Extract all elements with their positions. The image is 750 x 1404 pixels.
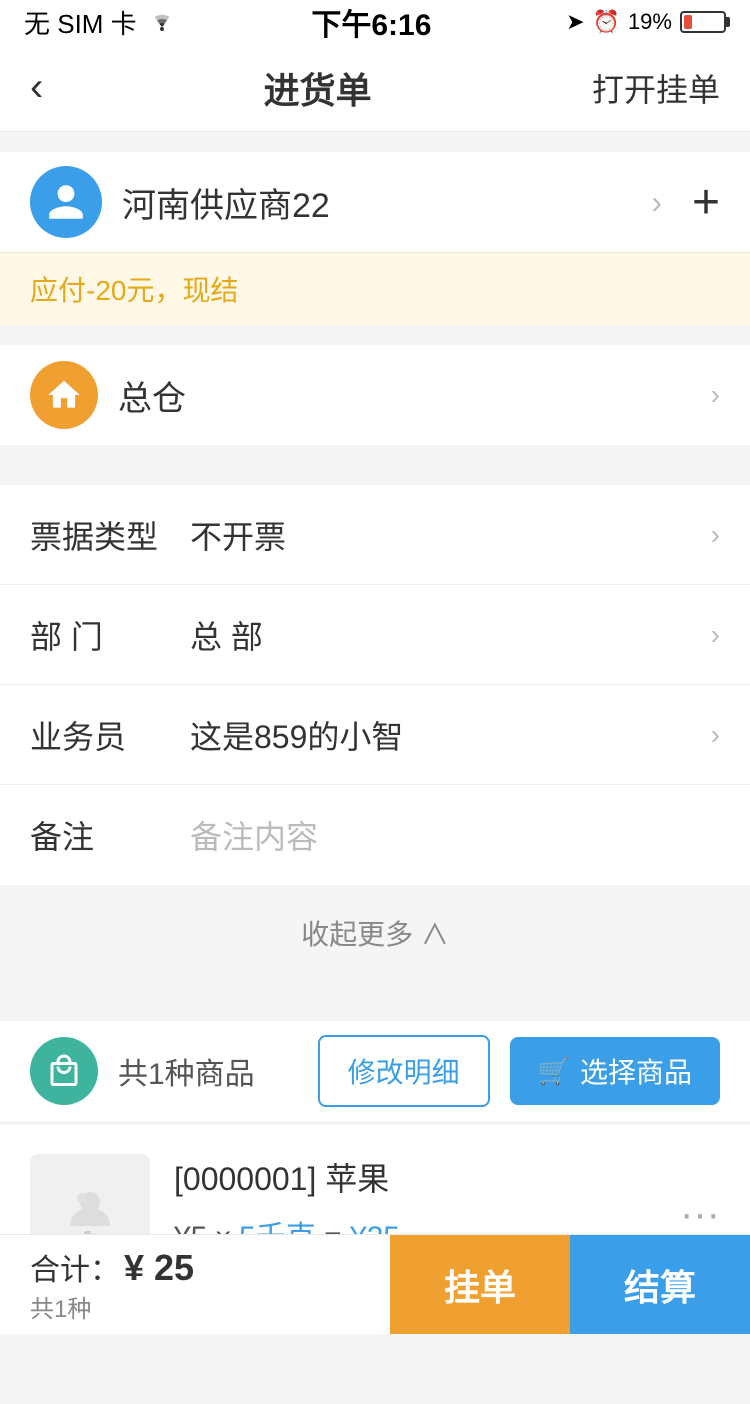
supplier-chevron-icon: › xyxy=(651,184,662,221)
department-chevron-icon: › xyxy=(711,619,720,651)
total-amount: ¥ 25 xyxy=(124,1247,194,1289)
gap-4 xyxy=(0,981,750,1001)
status-time: 下午6:16 xyxy=(311,0,431,44)
supplier-row[interactable]: 河南供应商22 › + xyxy=(0,152,750,252)
warehouse-card: 总仓 › xyxy=(0,345,750,445)
status-right: ➤ ⏰ 19% xyxy=(566,9,726,35)
page-title: 进货单 xyxy=(264,62,372,114)
form-row-invoice[interactable]: 票据类型 不开票 › xyxy=(0,485,750,585)
cart-icon: 🛒 xyxy=(538,1056,570,1087)
department-value: 总 部 xyxy=(170,612,711,658)
battery-icon xyxy=(680,11,726,33)
warehouse-icon-circle xyxy=(30,361,98,429)
salesperson-chevron-icon: › xyxy=(711,719,720,751)
collapse-label: 收起更多 ∧ xyxy=(301,919,449,950)
salesperson-value: 这是859的小智 xyxy=(170,712,711,758)
total-label: 合计： xyxy=(30,1245,120,1289)
settle-button[interactable]: 结算 xyxy=(570,1235,750,1334)
home-icon xyxy=(45,376,83,414)
hang-button[interactable]: 挂单 xyxy=(390,1235,570,1334)
invoice-chevron-icon: › xyxy=(711,519,720,551)
bottom-bar: 合计： ¥ 25 共1种 挂单 结算 xyxy=(0,1234,750,1334)
collapse-row[interactable]: 收起更多 ∧ xyxy=(0,885,750,981)
status-bar: 无 SIM 卡 下午6:16 ➤ ⏰ 19% xyxy=(0,0,750,44)
open-hang-button[interactable]: 打开挂单 xyxy=(592,65,720,111)
product-name: [0000001] 苹果 xyxy=(174,1154,680,1200)
department-label: 部 门 xyxy=(30,612,170,658)
products-header: 共1种商品 修改明细 🛒 选择商品 xyxy=(0,1021,750,1121)
total-count: 共1种 xyxy=(30,1289,360,1324)
form-section: 票据类型 不开票 › 部 门 总 部 › 业务员 这是859的小智 › 备注 备… xyxy=(0,485,750,885)
shopping-bag-icon xyxy=(46,1053,82,1089)
battery-percent: 19% xyxy=(628,9,672,35)
gap-3 xyxy=(0,445,750,465)
select-product-label: 选择商品 xyxy=(580,1051,692,1091)
invoice-value: 不开票 xyxy=(170,512,711,558)
form-row-department[interactable]: 部 门 总 部 › xyxy=(0,585,750,685)
warehouse-chevron-icon: › xyxy=(711,379,720,411)
more-button[interactable]: ··· xyxy=(680,1192,720,1237)
product-code: [0000001] xyxy=(174,1161,316,1197)
product-title: 苹果 xyxy=(325,1161,389,1197)
supplier-avatar xyxy=(30,166,102,238)
gap-1 xyxy=(0,132,750,152)
carrier-text: 无 SIM 卡 xyxy=(24,4,137,41)
gap-2 xyxy=(0,325,750,345)
info-banner: 应付-20元，现结 xyxy=(0,252,750,325)
nav-bar: ‹ 进货单 打开挂单 xyxy=(0,44,750,132)
form-row-salesperson[interactable]: 业务员 这是859的小智 › xyxy=(0,685,750,785)
alarm-icon: ⏰ xyxy=(593,9,620,35)
salesperson-label: 业务员 xyxy=(30,712,170,758)
supplier-name: 河南供应商22 xyxy=(122,178,651,227)
total-section: 合计： ¥ 25 共1种 xyxy=(0,1245,390,1324)
warehouse-label: 总仓 xyxy=(118,371,711,420)
product-icon-circle xyxy=(30,1037,98,1105)
remark-input[interactable]: 备注内容 xyxy=(170,812,720,858)
person-icon xyxy=(45,181,87,223)
form-row-remark[interactable]: 备注 备注内容 xyxy=(0,785,750,885)
location-icon: ➤ xyxy=(566,9,584,35)
select-product-button[interactable]: 🛒 选择商品 xyxy=(510,1037,720,1105)
supplier-card: 河南供应商22 › + 应付-20元，现结 xyxy=(0,152,750,325)
remark-label: 备注 xyxy=(30,812,170,858)
edit-detail-button[interactable]: 修改明细 xyxy=(318,1035,490,1107)
warehouse-row[interactable]: 总仓 › xyxy=(0,345,750,445)
status-carrier: 无 SIM 卡 xyxy=(24,4,177,41)
wifi-icon xyxy=(147,7,177,38)
invoice-label: 票据类型 xyxy=(30,512,170,558)
back-button[interactable]: ‹ xyxy=(30,65,43,110)
product-count-label: 共1种商品 xyxy=(118,1049,298,1093)
add-button[interactable]: + xyxy=(692,175,720,230)
